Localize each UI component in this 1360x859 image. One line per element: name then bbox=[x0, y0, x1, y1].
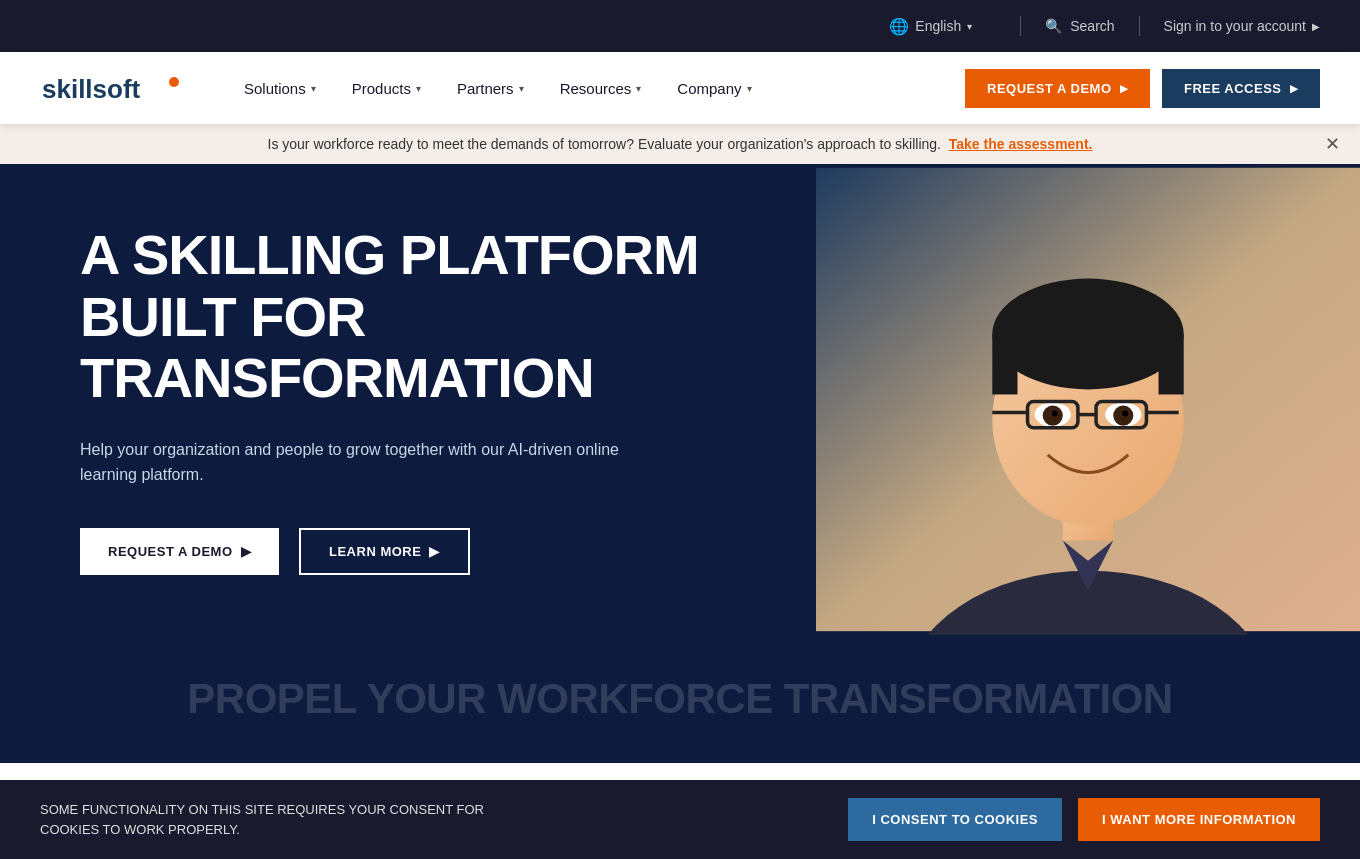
request-demo-button[interactable]: REQUEST A DEMO ▶ bbox=[965, 69, 1150, 108]
svg-rect-7 bbox=[992, 334, 1017, 394]
free-access-button[interactable]: FREE ACCESS ▶ bbox=[1162, 69, 1320, 108]
hero-learn-button[interactable]: LEARN MORE ▶ bbox=[299, 528, 470, 575]
svg-rect-8 bbox=[1159, 334, 1184, 394]
logo[interactable]: skillsoft bbox=[40, 70, 180, 106]
play-icon: ▶ bbox=[241, 544, 252, 559]
chevron-down-icon: ▾ bbox=[311, 83, 316, 94]
partners-label: Partners bbox=[457, 80, 514, 97]
solutions-label: Solutions bbox=[244, 80, 306, 97]
nav-item-resources[interactable]: Resources ▾ bbox=[546, 72, 656, 105]
nav-item-partners[interactable]: Partners ▾ bbox=[443, 72, 538, 105]
svg-point-13 bbox=[1052, 411, 1058, 417]
top-bar: 🌐 English ▾ 🔍 Search Sign in to your acc… bbox=[0, 0, 1360, 52]
play-icon: ▶ bbox=[1290, 83, 1299, 94]
hero-subtitle: Help your organization and people to gro… bbox=[80, 437, 660, 488]
resources-label: Resources bbox=[560, 80, 632, 97]
svg-point-1 bbox=[169, 77, 179, 87]
language-selector[interactable]: 🌐 English ▾ bbox=[889, 17, 996, 36]
products-label: Products bbox=[352, 80, 411, 97]
nav-links: Solutions ▾ Products ▾ Partners ▾ Resour… bbox=[230, 72, 965, 105]
hero-person-illustration bbox=[816, 164, 1360, 635]
company-label: Company bbox=[677, 80, 741, 97]
nav-cta-group: REQUEST A DEMO ▶ FREE ACCESS ▶ bbox=[965, 69, 1320, 108]
play-icon: ▶ bbox=[1120, 83, 1129, 94]
chevron-down-icon: ▾ bbox=[636, 83, 641, 94]
hero-title: A SKILLING PLATFORM BUILT FOR TRANSFORMA… bbox=[80, 224, 756, 409]
divider-2 bbox=[1139, 16, 1140, 36]
hero-image bbox=[816, 164, 1360, 635]
hero-section: A SKILLING PLATFORM BUILT FOR TRANSFORMA… bbox=[0, 164, 1360, 635]
language-label: English bbox=[915, 18, 961, 34]
svg-text:skillsoft: skillsoft bbox=[42, 74, 141, 104]
nav-item-company[interactable]: Company ▾ bbox=[663, 72, 765, 105]
svg-point-14 bbox=[1122, 411, 1128, 417]
nav-item-products[interactable]: Products ▾ bbox=[338, 72, 435, 105]
svg-point-6 bbox=[992, 279, 1183, 390]
skillsoft-logo-svg: skillsoft bbox=[40, 70, 180, 106]
assessment-link[interactable]: Take the assessment. bbox=[949, 136, 1093, 152]
signin-link[interactable]: Sign in to your account ▶ bbox=[1164, 18, 1320, 34]
chevron-down-icon: ▾ bbox=[519, 83, 524, 94]
alert-close-button[interactable]: ✕ bbox=[1325, 133, 1340, 155]
chevron-down-icon: ▾ bbox=[967, 21, 972, 32]
alert-text: Is your workforce ready to meet the dema… bbox=[268, 136, 1093, 152]
main-nav: skillsoft Solutions ▾ Products ▾ Partner… bbox=[0, 52, 1360, 124]
request-demo-label: REQUEST A DEMO bbox=[987, 81, 1112, 96]
hero-content: A SKILLING PLATFORM BUILT FOR TRANSFORMA… bbox=[0, 164, 816, 635]
divider-1 bbox=[1020, 16, 1021, 36]
search-button[interactable]: 🔍 Search bbox=[1045, 18, 1114, 34]
hero-demo-button[interactable]: REQUEST A DEMO ▶ bbox=[80, 528, 279, 575]
search-label: Search bbox=[1070, 18, 1114, 34]
free-access-label: FREE ACCESS bbox=[1184, 81, 1281, 96]
play-icon: ▶ bbox=[429, 544, 440, 559]
bottom-section: PROPEL YOUR WORKFORCE TRANSFORMATION bbox=[0, 635, 1360, 763]
chevron-down-icon: ▾ bbox=[747, 83, 752, 94]
bottom-title: PROPEL YOUR WORKFORCE TRANSFORMATION bbox=[80, 675, 1280, 723]
search-icon: 🔍 bbox=[1045, 18, 1062, 34]
hero-buttons: REQUEST A DEMO ▶ LEARN MORE ▶ bbox=[80, 528, 756, 575]
globe-icon: 🌐 bbox=[889, 17, 909, 36]
arrow-right-icon: ▶ bbox=[1312, 21, 1320, 32]
chevron-down-icon: ▾ bbox=[416, 83, 421, 94]
nav-item-solutions[interactable]: Solutions ▾ bbox=[230, 72, 330, 105]
signin-label: Sign in to your account bbox=[1164, 18, 1306, 34]
alert-banner: Is your workforce ready to meet the dema… bbox=[0, 124, 1360, 164]
